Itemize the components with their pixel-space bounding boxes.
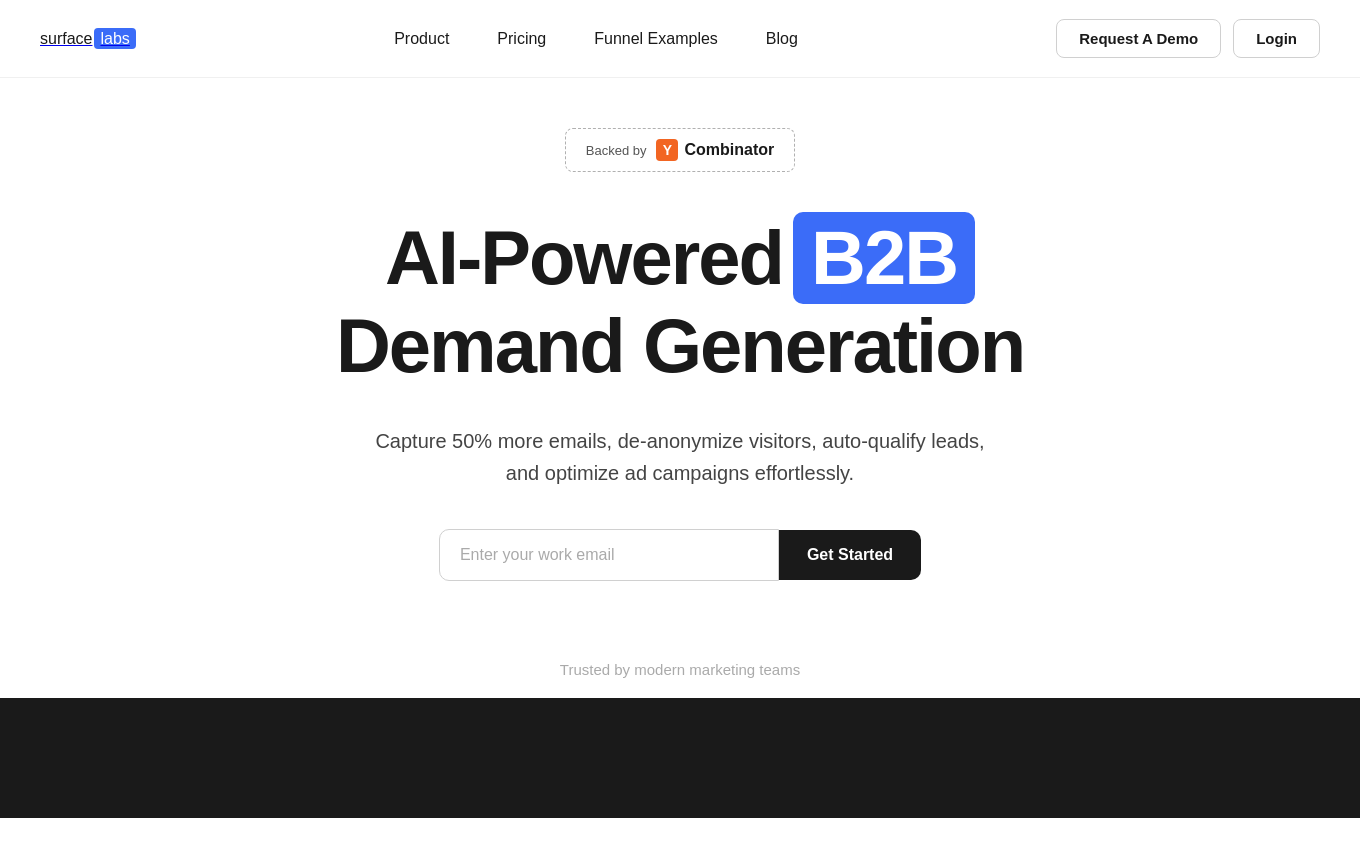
bottom-section — [0, 698, 1360, 818]
email-input[interactable] — [439, 529, 779, 581]
trusted-text: Trusted by modern marketing teams — [560, 661, 800, 678]
headline-b2b: B2B — [793, 212, 975, 304]
logo-labs: labs — [94, 28, 135, 49]
headline-ai-powered: AI-Powered — [385, 215, 783, 300]
email-form: Get Started — [439, 529, 921, 581]
nav-link-product[interactable]: Product — [374, 22, 469, 55]
nav-link-pricing[interactable]: Pricing — [477, 22, 566, 55]
request-demo-button[interactable]: Request A Demo — [1056, 19, 1221, 58]
headline-line1: AI-PoweredB2B — [336, 212, 1024, 304]
hero-section: Backed by Y Combinator AI-PoweredB2B Dem… — [0, 78, 1360, 678]
yc-badge: Backed by Y Combinator — [565, 128, 795, 172]
logo[interactable]: surfacelabs — [40, 30, 136, 48]
login-button[interactable]: Login — [1233, 19, 1320, 58]
yc-combinator-text: Combinator — [684, 141, 774, 159]
hero-subtext: Capture 50% more emails, de-anonymize vi… — [370, 425, 990, 489]
yc-logo: Y Combinator — [656, 139, 774, 161]
logo-surface: surface — [40, 30, 92, 47]
nav-links: Product Pricing Funnel Examples Blog — [374, 30, 818, 48]
yc-y-icon: Y — [656, 139, 678, 161]
nav-actions: Request A Demo Login — [1056, 19, 1320, 58]
yc-backed-label: Backed by — [586, 143, 647, 158]
navbar: surfacelabs Product Pricing Funnel Examp… — [0, 0, 1360, 78]
nav-link-funnel-examples[interactable]: Funnel Examples — [574, 22, 738, 55]
hero-headline: AI-PoweredB2B Demand Generation — [336, 212, 1024, 387]
headline-demand-generation: Demand Generation — [336, 304, 1024, 388]
nav-link-blog[interactable]: Blog — [746, 22, 818, 55]
get-started-button[interactable]: Get Started — [779, 530, 921, 580]
